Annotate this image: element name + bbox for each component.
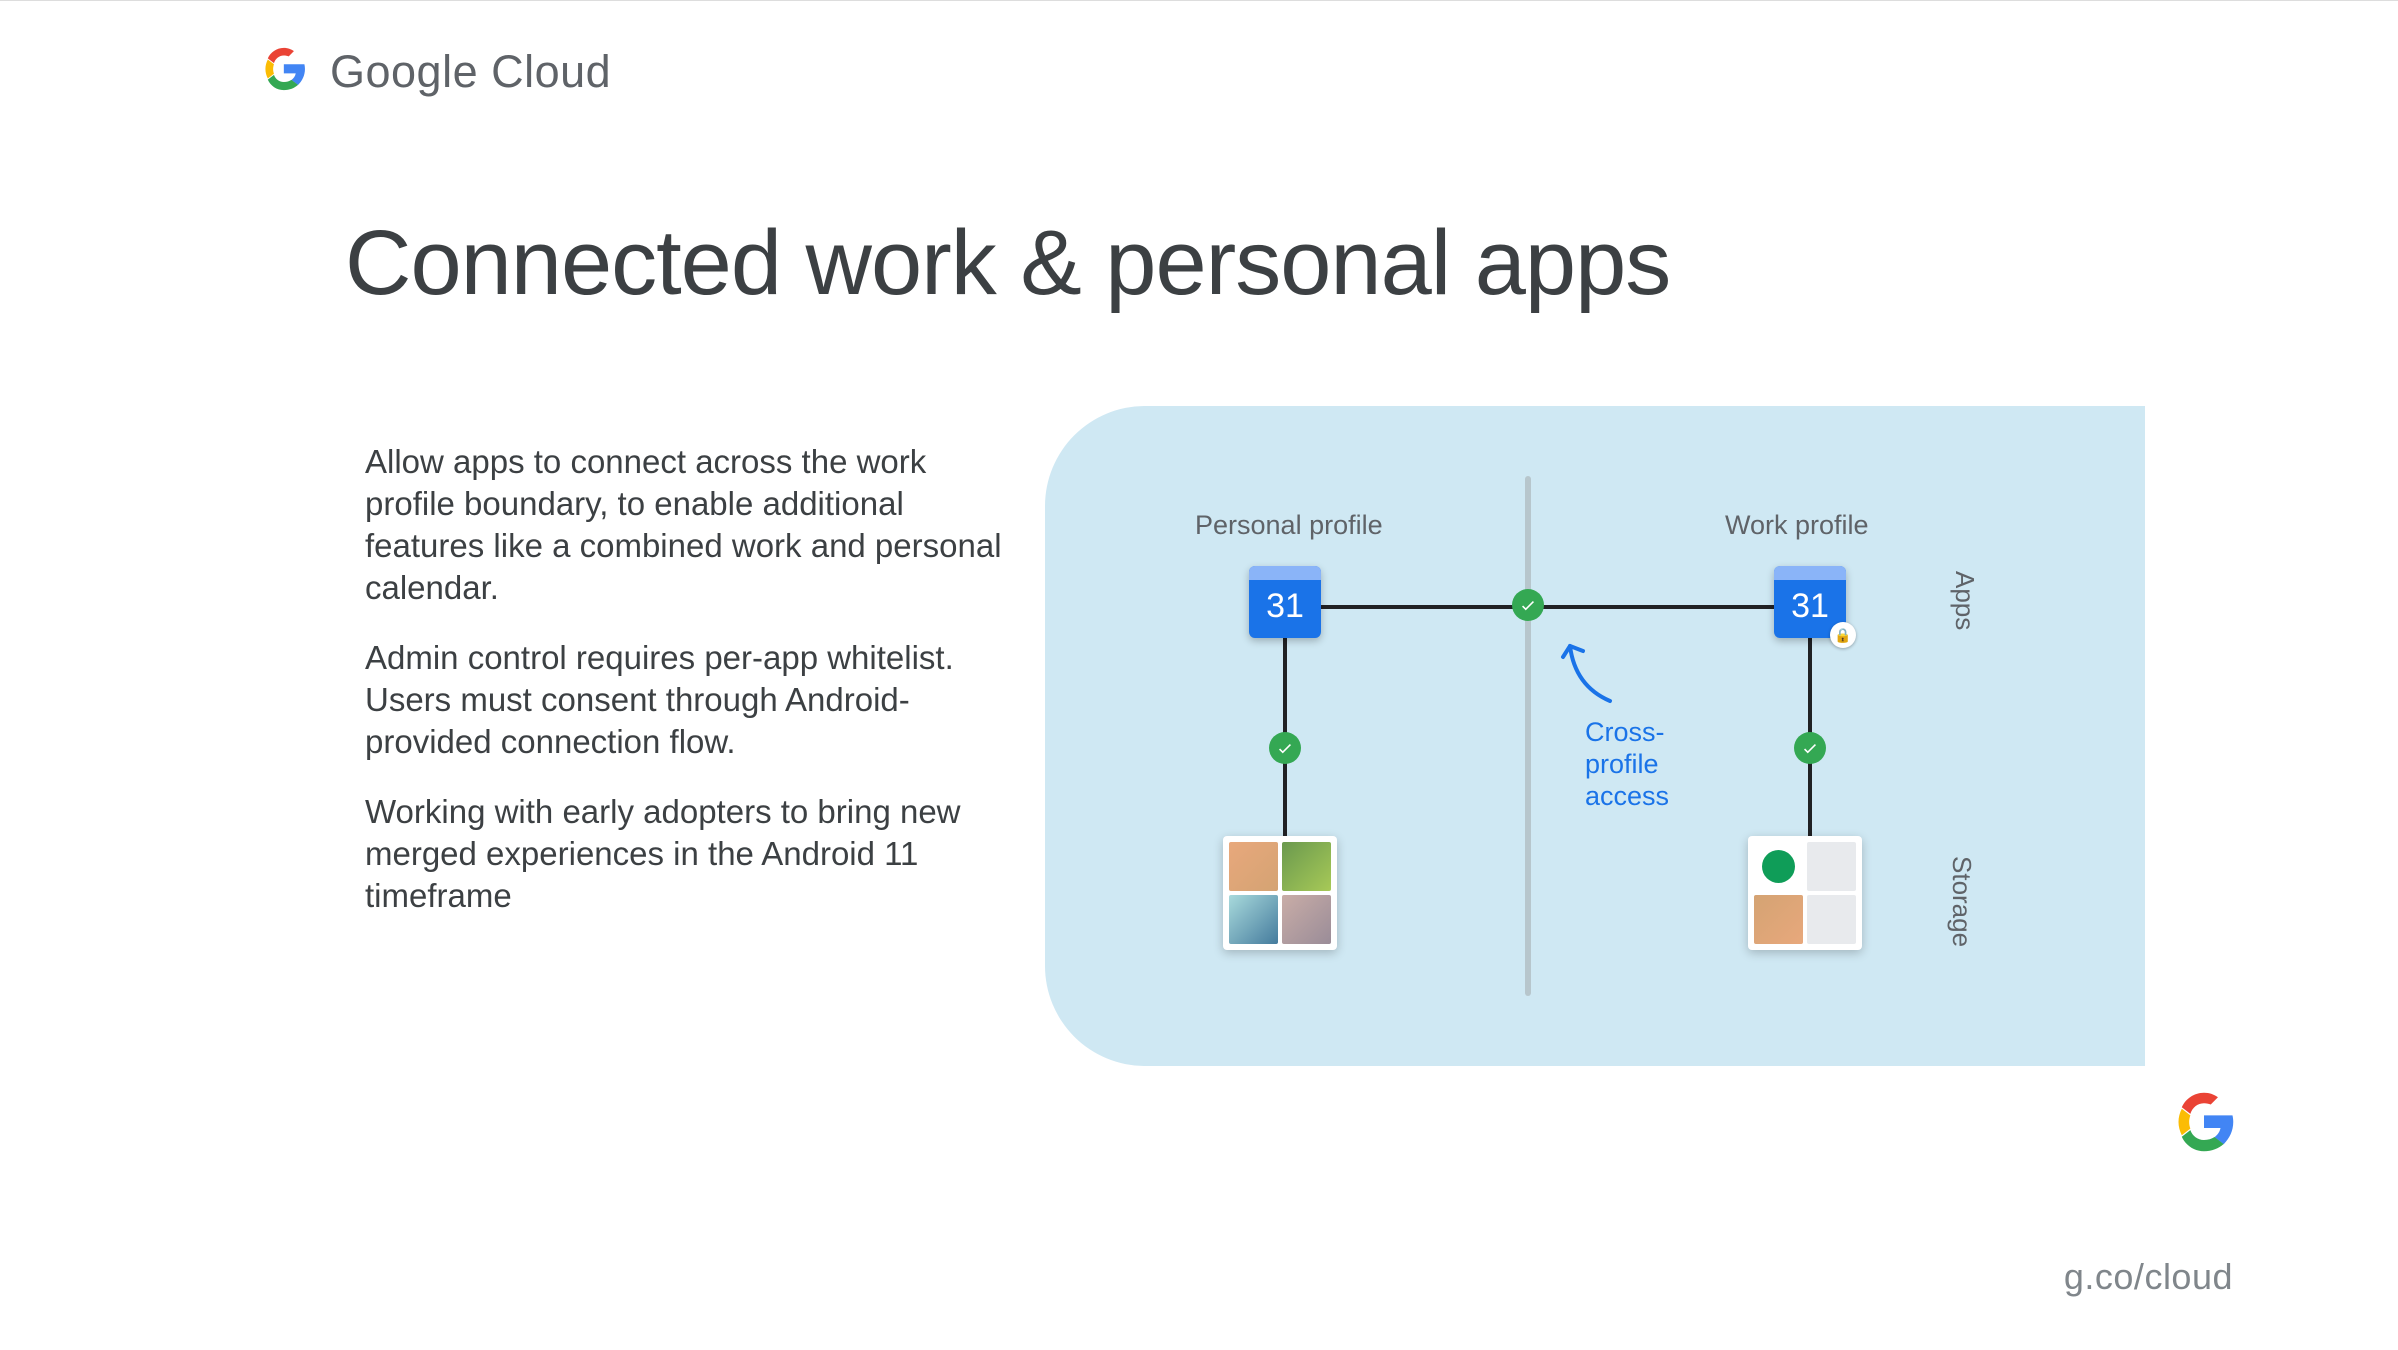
cross-profile-access-label: Cross- profile access: [1585, 716, 1669, 812]
work-calendar-icon: 31 🔒: [1774, 566, 1846, 638]
slide-body: Allow apps to connect across the work pr…: [365, 441, 1005, 945]
arrow-icon: [1555, 631, 1635, 711]
check-icon: [1794, 732, 1826, 764]
google-cloud-icon: [260, 43, 312, 100]
work-connector-line: [1808, 605, 1812, 855]
google-cloud-logo: Google Cloud: [260, 43, 611, 100]
storage-axis-label: Storage: [1946, 856, 1977, 947]
apps-connector-line: [1285, 605, 1810, 609]
profiles-diagram: Personal profile Work profile Apps Stora…: [1045, 406, 2145, 1066]
personal-storage-icon: [1223, 836, 1337, 950]
footer-url: g.co/cloud: [2064, 1256, 2233, 1298]
check-icon: [1269, 732, 1301, 764]
calendar-day-personal: 31: [1266, 587, 1304, 626]
body-paragraph-1: Allow apps to connect across the work pr…: [365, 441, 1005, 609]
work-badge-icon: 🔒: [1830, 622, 1856, 648]
calendar-day-work: 31: [1791, 587, 1829, 626]
body-paragraph-3: Working with early adopters to bring new…: [365, 791, 1005, 917]
slide-title: Connected work & personal apps: [345, 211, 1670, 316]
brand-name-cloud: Cloud: [478, 46, 611, 97]
profile-divider: [1525, 476, 1531, 996]
apps-axis-label: Apps: [1949, 571, 1980, 630]
brand-name-google: Google: [330, 46, 478, 97]
work-profile-label: Work profile: [1725, 510, 1869, 541]
body-paragraph-2: Admin control requires per-app whitelist…: [365, 637, 1005, 763]
personal-calendar-icon: 31: [1249, 566, 1321, 638]
personal-connector-line: [1283, 605, 1287, 855]
work-storage-icon: [1748, 836, 1862, 950]
check-icon: [1512, 589, 1544, 621]
google-cloud-wordmark: Google Cloud: [330, 46, 611, 98]
slide: Google Cloud Connected work & personal a…: [0, 0, 2398, 1350]
personal-profile-label: Personal profile: [1195, 510, 1383, 541]
google-cloud-icon: [2171, 1086, 2243, 1163]
